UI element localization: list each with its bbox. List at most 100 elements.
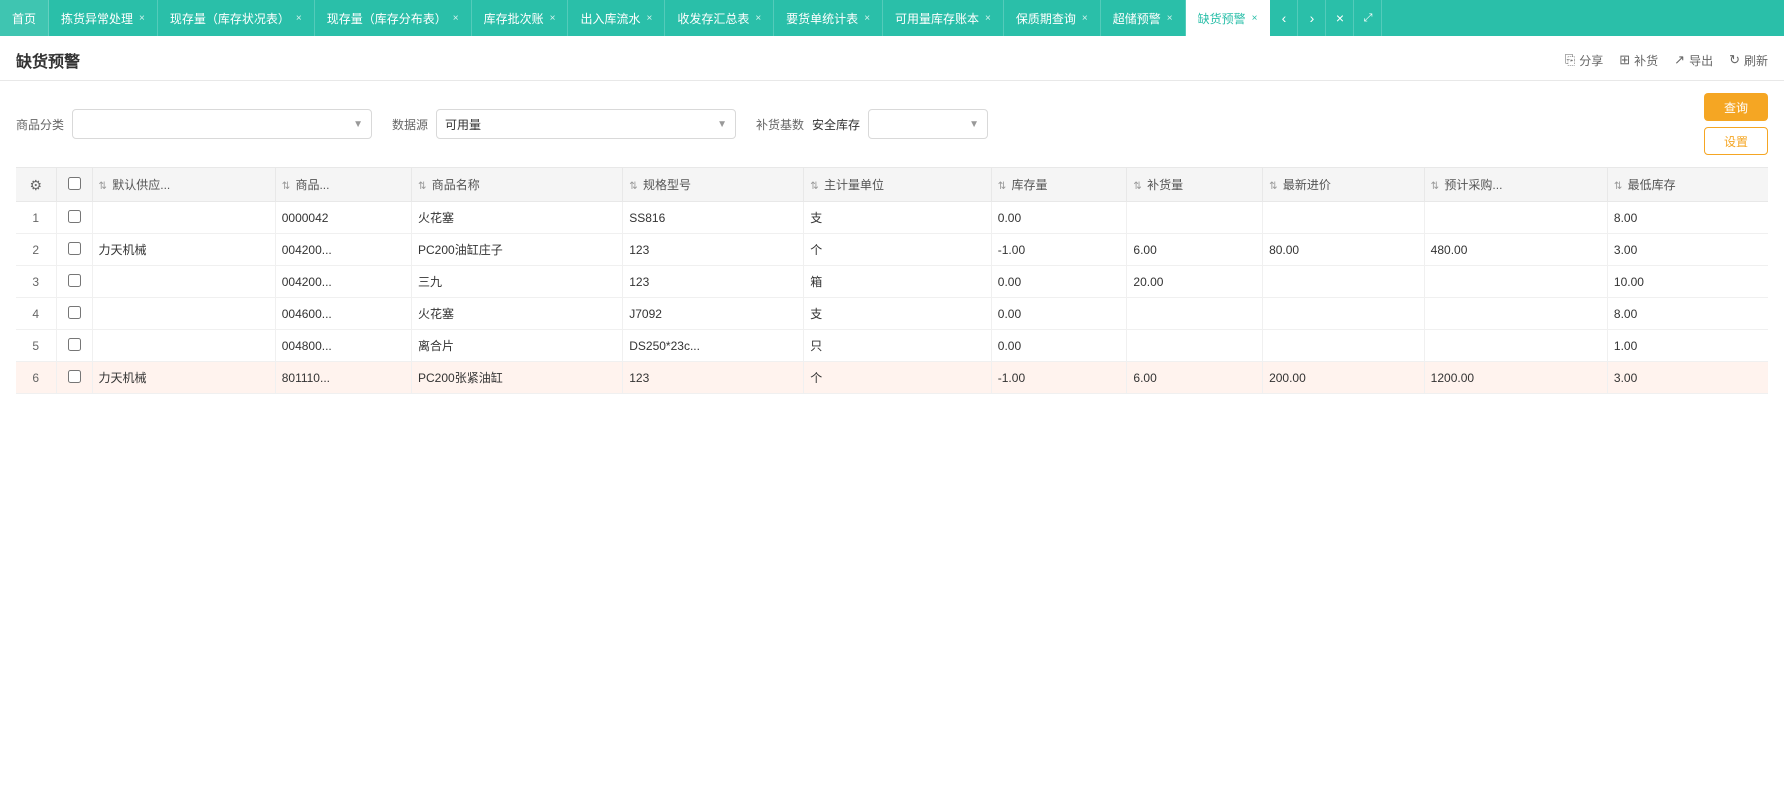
sort-icon-est-purchase: ⇅ (1431, 181, 1439, 192)
cell-index-3: 4 (16, 298, 56, 330)
replenish-icon: ⊞ (1619, 52, 1630, 68)
tab-shortage[interactable]: 缺货预警 × (1186, 0, 1271, 36)
tab-close-available-ledger[interactable]: × (985, 13, 991, 24)
select-all-checkbox[interactable] (68, 177, 81, 190)
tab-close-shortage[interactable]: × (1252, 13, 1258, 24)
tab-close-batch-account[interactable]: × (550, 13, 556, 24)
cell-checkbox-4[interactable] (56, 330, 92, 362)
tab-in-out-flow[interactable]: 出入库流水 × (568, 0, 665, 36)
tab-close-receipt-summary[interactable]: × (755, 13, 761, 24)
settings-button[interactable]: 设置 (1704, 127, 1768, 155)
tab-batch-account[interactable]: 库存批次账 × (472, 0, 569, 36)
tab-inventory-dist[interactable]: 现存量（库存分布表） × (315, 0, 472, 36)
row-checkbox-1[interactable] (68, 242, 81, 255)
cell-checkbox-3[interactable] (56, 298, 92, 330)
sort-icon-code: ⇅ (282, 181, 290, 192)
table-header-row: ⚙ ⇅ 默认供应... ⇅ 商品... ⇅ 商品名称 (16, 168, 1768, 202)
tab-expiry-query[interactable]: 保质期查询 × (1004, 0, 1101, 36)
cell-latest-price-2 (1263, 266, 1425, 298)
cell-latest-price-3 (1263, 298, 1425, 330)
cell-index-4: 5 (16, 330, 56, 362)
cell-stock-5: -1.00 (991, 362, 1127, 394)
sort-icon-min-stock: ⇅ (1614, 181, 1622, 192)
cell-latest-price-0 (1263, 202, 1425, 234)
tab-close-expiry-query[interactable]: × (1082, 13, 1088, 24)
share-icon: ⎘ (1565, 52, 1575, 68)
row-checkbox-3[interactable] (68, 306, 81, 319)
cell-supplier-0 (92, 202, 275, 234)
table-row: 2 力天机械 004200... PC200油缸庄子 123 个 -1.00 6… (16, 234, 1768, 266)
table-container: ⚙ ⇅ 默认供应... ⇅ 商品... ⇅ 商品名称 (0, 167, 1784, 394)
col-unit-header[interactable]: ⇅ 主计量单位 (804, 168, 992, 202)
export-button[interactable]: ↗ 导出 (1674, 52, 1713, 69)
tab-fullscreen[interactable]: ⤢ (1354, 0, 1382, 36)
cell-checkbox-5[interactable] (56, 362, 92, 394)
row-checkbox-2[interactable] (68, 274, 81, 287)
col-spec-header[interactable]: ⇅ 规格型号 (623, 168, 804, 202)
tab-home[interactable]: 首页 (0, 0, 49, 36)
row-checkbox-5[interactable] (68, 370, 81, 383)
tab-order-stats[interactable]: 要货单统计表 × (774, 0, 883, 36)
cell-min-stock-2: 10.00 (1607, 266, 1768, 298)
col-min-stock-header[interactable]: ⇅ 最低库存 (1607, 168, 1768, 202)
cell-supplier-2 (92, 266, 275, 298)
category-label: 商品分类 (16, 116, 64, 133)
cell-stock-4: 0.00 (991, 330, 1127, 362)
col-replenish-qty-header[interactable]: ⇅ 补货量 (1127, 168, 1263, 202)
cell-spec-2: 123 (623, 266, 804, 298)
tab-close-order-stats[interactable]: × (864, 13, 870, 24)
replenish-base-select[interactable]: ▼ (868, 109, 988, 139)
category-select[interactable]: ▼ (72, 109, 372, 139)
cell-index-5: 6 (16, 362, 56, 394)
tab-overstock[interactable]: 超储预警 × (1101, 0, 1186, 36)
cell-latest-price-5: 200.00 (1263, 362, 1425, 394)
tab-available-ledger[interactable]: 可用量库存账本 × (883, 0, 1004, 36)
tab-receipt-summary[interactable]: 收发存汇总表 × (665, 0, 774, 36)
tab-abnormal[interactable]: 拣货异常处理 × (49, 0, 158, 36)
tab-close-inventory-dist[interactable]: × (453, 13, 459, 24)
tab-close-in-out-flow[interactable]: × (646, 13, 652, 24)
query-button[interactable]: 查询 (1704, 93, 1768, 121)
cell-min-stock-5: 3.00 (1607, 362, 1768, 394)
refresh-button[interactable]: ↻ 刷新 (1729, 52, 1768, 69)
cell-name-2: 三九 (412, 266, 623, 298)
page-title: 缺货预警 (16, 48, 80, 72)
cell-checkbox-2[interactable] (56, 266, 92, 298)
filter-actions: 查询 设置 (1704, 93, 1768, 155)
tab-nav-prev[interactable]: ‹ (1270, 0, 1298, 36)
cell-spec-5: 123 (623, 362, 804, 394)
replenish-base-filter-group: 补货基数 安全库存 ▼ (756, 109, 988, 139)
cell-name-4: 离合片 (412, 330, 623, 362)
cell-checkbox-0[interactable] (56, 202, 92, 234)
cell-index-1: 2 (16, 234, 56, 266)
col-latest-price-header[interactable]: ⇅ 最新进价 (1263, 168, 1425, 202)
table-row: 6 力天机械 801110... PC200张紧油缸 123 个 -1.00 6… (16, 362, 1768, 394)
col-product-code-header[interactable]: ⇅ 商品... (275, 168, 411, 202)
row-checkbox-4[interactable] (68, 338, 81, 351)
col-stock-header[interactable]: ⇅ 库存量 (991, 168, 1127, 202)
col-est-purchase-header[interactable]: ⇅ 预计采购... (1424, 168, 1607, 202)
col-gear-header[interactable]: ⚙ (16, 168, 56, 202)
row-checkbox-0[interactable] (68, 210, 81, 223)
cell-spec-1: 123 (623, 234, 804, 266)
tab-close-inventory-status[interactable]: × (296, 13, 302, 24)
column-settings-icon[interactable]: ⚙ (28, 177, 44, 193)
share-button[interactable]: ⎘ 分享 (1565, 52, 1603, 69)
col-checkbox-header[interactable] (56, 168, 92, 202)
tab-close-overstock[interactable]: × (1167, 13, 1173, 24)
tab-bar: 首页 拣货异常处理 × 现存量（库存状况表） × 现存量（库存分布表） × 库存… (0, 0, 1784, 36)
tab-close-abnormal[interactable]: × (139, 13, 145, 24)
tab-inventory-status[interactable]: 现存量（库存状况表） × (158, 0, 315, 36)
filter-area: 商品分类 ▼ 数据源 可用量 ▼ 补货基数 安全库存 ▼ 查询 (0, 81, 1784, 167)
tab-close-window[interactable]: × (1326, 0, 1354, 36)
col-default-supplier-header[interactable]: ⇅ 默认供应... (92, 168, 275, 202)
cell-latest-price-4 (1263, 330, 1425, 362)
col-product-name-header[interactable]: ⇅ 商品名称 (412, 168, 623, 202)
datasource-select[interactable]: 可用量 ▼ (436, 109, 736, 139)
sort-icon-replenish-qty: ⇅ (1133, 181, 1141, 192)
tab-nav-next[interactable]: › (1298, 0, 1326, 36)
replenish-button[interactable]: ⊞ 补货 (1619, 52, 1658, 69)
datasource-filter-group: 数据源 可用量 ▼ (392, 109, 736, 139)
cell-checkbox-1[interactable] (56, 234, 92, 266)
cell-name-3: 火花塞 (412, 298, 623, 330)
